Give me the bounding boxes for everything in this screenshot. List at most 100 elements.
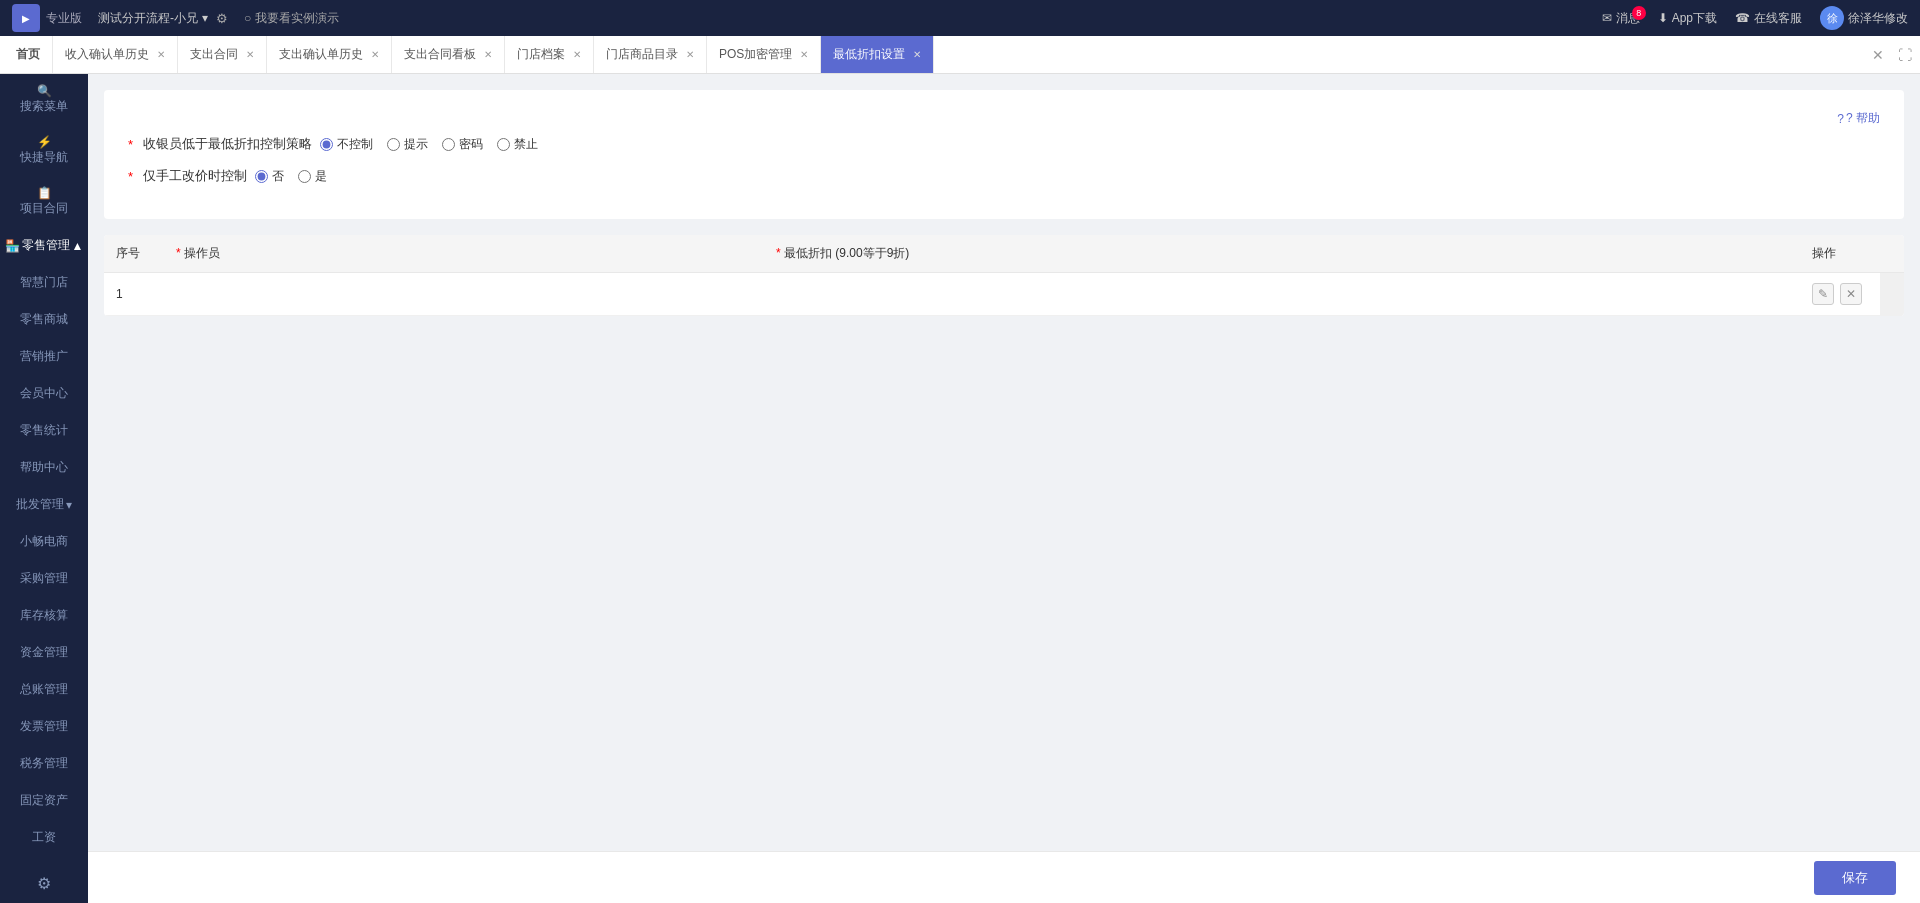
radio-no-label: 否 — [272, 168, 284, 185]
sidebar-item-quicknav-label: 快捷导航 — [4, 149, 84, 166]
cell-action: ✎ ✕ — [1800, 273, 1880, 316]
tab-store-archive-close[interactable]: ✕ — [573, 49, 581, 60]
sidebar-item-ledger[interactable]: 总账管理 — [0, 671, 88, 708]
tab-payment-board-close[interactable]: ✕ — [484, 49, 492, 60]
chevron-down-icon: ▾ — [202, 11, 208, 25]
sidebar-item-marketing[interactable]: 营销推广 — [0, 338, 88, 375]
customer-service-button[interactable]: ☎ 在线客服 — [1735, 10, 1802, 27]
help-link[interactable]: ? ? 帮助 — [1837, 110, 1880, 127]
sidebar-item-salary[interactable]: 工资 — [0, 819, 88, 856]
tab-store-archive-label: 门店档案 — [517, 46, 565, 63]
tabs-bar: 首页 收入确认单历史 ✕ 支出合同 ✕ 支出确认单历史 ✕ 支出合同看板 ✕ 门… — [0, 36, 1920, 74]
demo-link[interactable]: ○ 我要看实例演示 — [244, 10, 339, 27]
tab-store-products[interactable]: 门店商品目录 ✕ — [594, 36, 707, 74]
radio-nocontrol-input[interactable] — [320, 138, 333, 151]
sidebar-item-retail[interactable]: 🏪 零售管理 ▲ — [0, 227, 88, 264]
save-button[interactable]: 保存 — [1814, 861, 1896, 895]
circle-icon: ○ — [244, 11, 251, 25]
sidebar-item-search[interactable]: 🔍 搜索菜单 — [0, 74, 88, 125]
sidebar-item-help[interactable]: 帮助中心 — [0, 449, 88, 486]
sidebar-item-retail-label: 零售管理 — [22, 237, 70, 254]
sidebar-item-smartstore-label: 智慧门店 — [4, 274, 84, 291]
radio-forbid[interactable]: 禁止 — [497, 136, 538, 153]
sidebar-item-quicknav[interactable]: ⚡ 快捷导航 — [0, 125, 88, 176]
app-download-button[interactable]: ⬇ App下载 — [1658, 10, 1717, 27]
radio-group-discount-control: 不控制 提示 密码 禁止 — [320, 136, 538, 153]
sidebar-item-onlineshop-label: 零售商城 — [4, 311, 84, 328]
tab-payment-board[interactable]: 支出合同看板 ✕ — [392, 36, 505, 74]
sidebar-item-tax[interactable]: 税务管理 — [0, 745, 88, 782]
sidebar-item-marketing-label: 营销推广 — [4, 348, 84, 365]
sidebar-item-invoice[interactable]: 发票管理 — [0, 708, 88, 745]
maximize-tab-button[interactable]: ⛶ — [1894, 47, 1916, 63]
radio-hint-input[interactable] — [387, 138, 400, 151]
required-star-2: * — [128, 169, 133, 184]
sidebar-item-salary-label: 工资 — [4, 829, 84, 846]
sidebar-item-smartstore[interactable]: 智慧门店 — [0, 264, 88, 301]
project-selector[interactable]: 测试分开流程-小兄 ▾ — [98, 10, 208, 27]
logo-icon: ▶ — [12, 4, 40, 32]
table-header-row: 序号 * 操作员 * 最低折扣 (9.00等于9折) 操作 — [104, 235, 1904, 273]
tab-income-confirm[interactable]: 收入确认单历史 ✕ — [53, 36, 178, 74]
tab-pos-password-close[interactable]: ✕ — [800, 49, 808, 60]
page-content: ? ? 帮助 * 收银员低于最低折扣控制策略 不控制 — [88, 74, 1920, 851]
tab-store-products-close[interactable]: ✕ — [686, 49, 694, 60]
radio-no-input[interactable] — [255, 170, 268, 183]
radio-forbid-input[interactable] — [497, 138, 510, 151]
tab-payment-contract-label: 支出合同 — [190, 46, 238, 63]
settings-icon[interactable]: ⚙ — [216, 11, 228, 26]
sidebar-item-ecommerce[interactable]: 小畅电商 — [0, 523, 88, 560]
col-header-scroll — [1880, 235, 1904, 273]
col-header-operator: * 操作员 — [164, 235, 764, 273]
tab-payment-confirm[interactable]: 支出确认单历史 ✕ — [267, 36, 392, 74]
footer-bar: 保存 — [88, 851, 1920, 903]
tab-store-archive[interactable]: 门店档案 ✕ — [505, 36, 594, 74]
sidebar-item-search-label: 搜索菜单 — [4, 98, 84, 115]
sidebar-item-finance-label: 资金管理 — [4, 644, 84, 661]
help-icon: ? — [1837, 112, 1844, 126]
logo: ▶ 专业版 — [12, 4, 82, 32]
sidebar-item-finance[interactable]: 资金管理 — [0, 634, 88, 671]
tab-income-confirm-close[interactable]: ✕ — [157, 49, 165, 60]
sidebar-item-ledger-label: 总账管理 — [4, 681, 84, 698]
scroll-col — [1880, 273, 1904, 316]
sidebar-item-inventory[interactable]: 库存核算 — [0, 597, 88, 634]
tab-min-discount-close[interactable]: ✕ — [913, 49, 921, 60]
radio-no[interactable]: 否 — [255, 168, 284, 185]
close-tab-button[interactable]: ✕ — [1868, 47, 1888, 63]
top-bar: ▶ 专业版 测试分开流程-小兄 ▾ ⚙ ○ 我要看实例演示 ✉ 消息 8 ⬇ A… — [0, 0, 1920, 36]
tab-pos-password[interactable]: POS加密管理 ✕ — [707, 36, 821, 74]
radio-yes[interactable]: 是 — [298, 168, 327, 185]
sidebar-item-wholesale[interactable]: 批发管理 ▾ — [0, 486, 88, 523]
tab-payment-contract[interactable]: 支出合同 ✕ — [178, 36, 267, 74]
messages-button[interactable]: ✉ 消息 8 — [1602, 10, 1640, 27]
sidebar-item-retailstat[interactable]: 零售统计 — [0, 412, 88, 449]
radio-hint[interactable]: 提示 — [387, 136, 428, 153]
retail-icon: 🏪 — [5, 239, 20, 253]
sidebar-item-wholesale-label: 批发管理 — [16, 496, 64, 513]
tab-min-discount[interactable]: 最低折扣设置 ✕ — [821, 36, 934, 74]
radio-password[interactable]: 密码 — [442, 136, 483, 153]
radio-forbid-label: 禁止 — [514, 136, 538, 153]
tab-home[interactable]: 首页 — [4, 36, 53, 74]
edit-row-button[interactable]: ✎ — [1812, 283, 1834, 305]
cell-operator — [164, 273, 764, 316]
tab-payment-contract-close[interactable]: ✕ — [246, 49, 254, 60]
table-row: 1 ✎ ✕ — [104, 273, 1904, 316]
user-profile[interactable]: 徐 徐泽华修改 — [1820, 6, 1908, 30]
username-label: 徐泽华修改 — [1848, 10, 1908, 27]
delete-row-button[interactable]: ✕ — [1840, 283, 1862, 305]
sidebar-item-assets[interactable]: 固定资产 — [0, 782, 88, 819]
form-row-discount-control: * 收银员低于最低折扣控制策略 不控制 提示 密码 — [128, 135, 1880, 153]
sidebar-item-contract[interactable]: 📋 项目合同 — [0, 176, 88, 227]
sidebar-item-member[interactable]: 会员中心 — [0, 375, 88, 412]
sidebar-gear-icon[interactable]: ⚙ — [37, 874, 51, 893]
radio-yes-input[interactable] — [298, 170, 311, 183]
project-name: 测试分开流程-小兄 — [98, 10, 198, 27]
radio-nocontrol[interactable]: 不控制 — [320, 136, 373, 153]
sidebar-item-purchase[interactable]: 采购管理 — [0, 560, 88, 597]
tab-payment-confirm-close[interactable]: ✕ — [371, 49, 379, 60]
sidebar-item-onlineshop[interactable]: 零售商城 — [0, 301, 88, 338]
app-label: App下载 — [1672, 10, 1717, 27]
radio-password-input[interactable] — [442, 138, 455, 151]
